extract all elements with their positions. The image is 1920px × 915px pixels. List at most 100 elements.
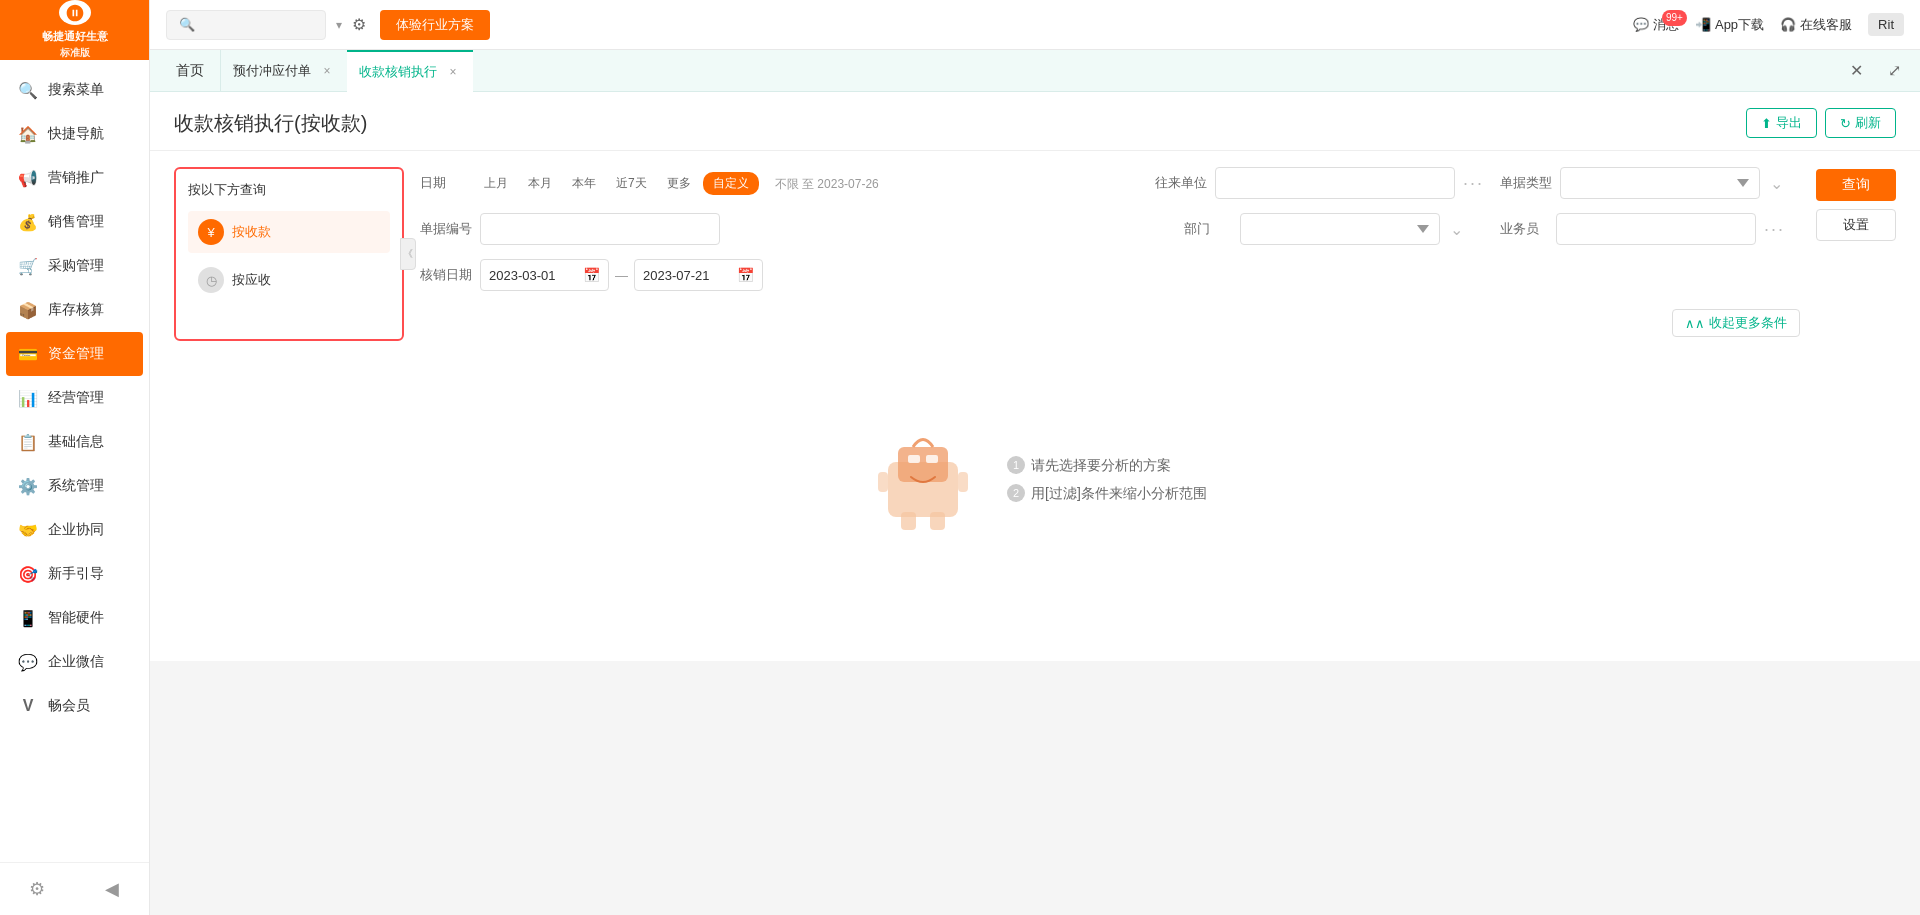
staff-field: 业务员 ··· bbox=[1500, 213, 1800, 245]
department-dropdown-icon[interactable]: ⌄ bbox=[1450, 220, 1463, 239]
sidebar-label-member: 畅会员 bbox=[48, 697, 90, 715]
page-title: 收款核销执行(按收款) bbox=[174, 110, 367, 137]
tab-receipt-writeoff-label: 收款核销执行 bbox=[359, 63, 437, 81]
sidebar-item-marketing[interactable]: 📢 营销推广 bbox=[0, 156, 149, 200]
doc-type-select[interactable] bbox=[1560, 167, 1760, 199]
date-no-limit-wrap: 不限 至 2023-07-26 bbox=[775, 174, 879, 193]
svg-rect-2 bbox=[908, 455, 920, 463]
sidebar-label-inventory: 库存核算 bbox=[48, 301, 104, 319]
step1-text: 请先选择要分析的方案 bbox=[1031, 451, 1171, 479]
user-menu[interactable]: Rit bbox=[1868, 13, 1904, 36]
counterparty-field: 往来单位 ··· bbox=[1155, 167, 1484, 199]
tab-receipt-writeoff-close[interactable]: × bbox=[445, 64, 461, 80]
staff-more-icon[interactable]: ··· bbox=[1764, 219, 1785, 240]
topbar-search[interactable]: 🔍 bbox=[166, 10, 326, 40]
sidebar-item-hardware[interactable]: 📱 智能硬件 bbox=[0, 596, 149, 640]
sidebar-item-member[interactable]: V 畅会员 bbox=[0, 684, 149, 728]
counterparty-more-icon[interactable]: ··· bbox=[1463, 173, 1484, 194]
app-logo: 畅捷通好生意 标准版 bbox=[0, 0, 149, 60]
writeoff-date-label: 核销日期 bbox=[420, 266, 472, 284]
sales-icon: 💰 bbox=[18, 212, 38, 232]
setting-button[interactable]: 设置 bbox=[1816, 209, 1896, 241]
writeoff-date-end-calendar-icon[interactable]: 📅 bbox=[737, 267, 754, 283]
tab-actions: ✕ ⤢ bbox=[1840, 55, 1910, 87]
date-chip-this-month[interactable]: 本月 bbox=[520, 172, 560, 195]
query-actions: 查询 设置 bbox=[1816, 169, 1896, 241]
tab-expand-btn[interactable]: ⤢ bbox=[1878, 55, 1910, 87]
doc-type-dropdown-icon[interactable]: ⌄ bbox=[1770, 174, 1783, 193]
collapse-more-button[interactable]: ∧∧ 收起更多条件 bbox=[1672, 309, 1800, 337]
member-icon: V bbox=[18, 696, 38, 716]
tab-home[interactable]: 首页 bbox=[160, 50, 221, 92]
sidebar-label-quick-nav: 快捷导航 bbox=[48, 125, 104, 143]
writeoff-date-start-calendar-icon[interactable]: 📅 bbox=[583, 267, 600, 283]
sidebar-label-enterprise: 企业协同 bbox=[48, 521, 104, 539]
tab-prepay-close[interactable]: × bbox=[319, 63, 335, 79]
sidebar-item-basic[interactable]: 📋 基础信息 bbox=[0, 420, 149, 464]
sidebar-label-basic: 基础信息 bbox=[48, 433, 104, 451]
query-button[interactable]: 查询 bbox=[1816, 169, 1896, 201]
filter-option-by-receivable[interactable]: ◷ 按应收 bbox=[188, 259, 390, 301]
empty-state: 1 请先选择要分析的方案 2 用[过滤]条件来缩小分析范围 bbox=[150, 357, 1920, 661]
filter-panel-title: 按以下方查询 bbox=[188, 181, 390, 199]
date-chip-7days[interactable]: 近7天 bbox=[608, 172, 655, 195]
enterprise-icon: 🤝 bbox=[18, 520, 38, 540]
settings-bottom-btn[interactable]: ⚙ bbox=[19, 871, 55, 907]
counterparty-input[interactable] bbox=[1215, 167, 1455, 199]
date-chip-last-month[interactable]: 上月 bbox=[476, 172, 516, 195]
sidebar-item-purchase[interactable]: 🛒 采购管理 bbox=[0, 244, 149, 288]
date-field: 日期 上月 本月 本年 近7天 更多 自定义 不限 至 2023-07-26 bbox=[420, 172, 879, 195]
staff-input[interactable] bbox=[1556, 213, 1756, 245]
filter-right-area: 日期 上月 本月 本年 近7天 更多 自定义 不限 至 2023-07-26 bbox=[420, 167, 1896, 341]
page-header-actions: ⬆ 导出 ↻ 刷新 bbox=[1746, 108, 1896, 138]
sidebar-item-operation[interactable]: 📊 经营管理 bbox=[0, 376, 149, 420]
refresh-button[interactable]: ↻ 刷新 bbox=[1825, 108, 1896, 138]
sidebar-item-guide[interactable]: 🎯 新手引导 bbox=[0, 552, 149, 596]
export-button[interactable]: ⬆ 导出 bbox=[1746, 108, 1817, 138]
finance-icon: 💳 bbox=[18, 344, 38, 364]
online-service-button[interactable]: 🎧 在线客服 bbox=[1780, 16, 1852, 34]
date-chip-this-year[interactable]: 本年 bbox=[564, 172, 604, 195]
empty-illustration bbox=[863, 417, 983, 541]
date-range-separator: — bbox=[615, 268, 628, 283]
topbar: 🔍 ▾ ⚙ 体验行业方案 💬 消息 99+ 📲 App下载 🎧 在线客服 Rit bbox=[150, 0, 1920, 50]
doc-no-input[interactable] bbox=[480, 213, 720, 245]
department-select[interactable] bbox=[1240, 213, 1440, 245]
message-button[interactable]: 💬 消息 99+ bbox=[1633, 16, 1679, 34]
sidebar-bottom: ⚙ ◀ bbox=[0, 862, 149, 915]
sidebar-item-enterprise[interactable]: 🤝 企业协同 bbox=[0, 508, 149, 552]
topbar-gear-icon[interactable]: ⚙ bbox=[352, 15, 366, 34]
date-chip-more[interactable]: 更多 bbox=[659, 172, 699, 195]
sidebar-item-search-menu[interactable]: 🔍 搜索菜单 bbox=[0, 68, 149, 112]
writeoff-date-start-input[interactable] bbox=[489, 268, 579, 283]
export-icon: ⬆ bbox=[1761, 116, 1772, 131]
sidebar-item-sales[interactable]: 💰 销售管理 bbox=[0, 200, 149, 244]
solution-button[interactable]: 体验行业方案 bbox=[380, 10, 490, 40]
date-chip-custom[interactable]: 自定义 bbox=[703, 172, 759, 195]
counterparty-label: 往来单位 bbox=[1155, 174, 1207, 192]
tab-prepay[interactable]: 预付冲应付单 × bbox=[221, 50, 347, 92]
filter-option-by-receipt[interactable]: ¥ 按收款 bbox=[188, 211, 390, 253]
sidebar-item-quick-nav[interactable]: 🏠 快捷导航 bbox=[0, 112, 149, 156]
sidebar-item-system[interactable]: ⚙️ 系统管理 bbox=[0, 464, 149, 508]
doc-type-field: 单据类型 ⌄ bbox=[1500, 167, 1800, 199]
filter-panel-collapse[interactable]: 《 bbox=[400, 238, 416, 270]
refresh-label: 刷新 bbox=[1855, 114, 1881, 132]
tab-prepay-label: 预付冲应付单 bbox=[233, 62, 311, 80]
tab-home-label: 首页 bbox=[176, 62, 204, 80]
sidebar-label-purchase: 采购管理 bbox=[48, 257, 104, 275]
writeoff-date-end-input[interactable] bbox=[643, 268, 733, 283]
svg-rect-5 bbox=[958, 472, 968, 492]
app-download-button[interactable]: 📲 App下载 bbox=[1695, 16, 1764, 34]
sidebar-item-finance[interactable]: 💳 资金管理 bbox=[6, 332, 143, 376]
sidebar-item-wechat[interactable]: 💬 企业微信 bbox=[0, 640, 149, 684]
receipt-option-icon: ¥ bbox=[198, 219, 224, 245]
topbar-dropdown-arrow[interactable]: ▾ bbox=[336, 18, 342, 32]
filter-left-panel: 按以下方查询 ¥ 按收款 ◷ 按应收 《 bbox=[174, 167, 404, 341]
collapse-sidebar-btn[interactable]: ◀ bbox=[94, 871, 130, 907]
tab-close-all-btn[interactable]: ✕ bbox=[1840, 55, 1872, 87]
tab-receipt-writeoff[interactable]: 收款核销执行 × bbox=[347, 50, 473, 92]
sidebar-item-inventory[interactable]: 📦 库存核算 bbox=[0, 288, 149, 332]
sidebar-label-wechat: 企业微信 bbox=[48, 653, 104, 671]
date-label: 日期 bbox=[420, 174, 468, 192]
